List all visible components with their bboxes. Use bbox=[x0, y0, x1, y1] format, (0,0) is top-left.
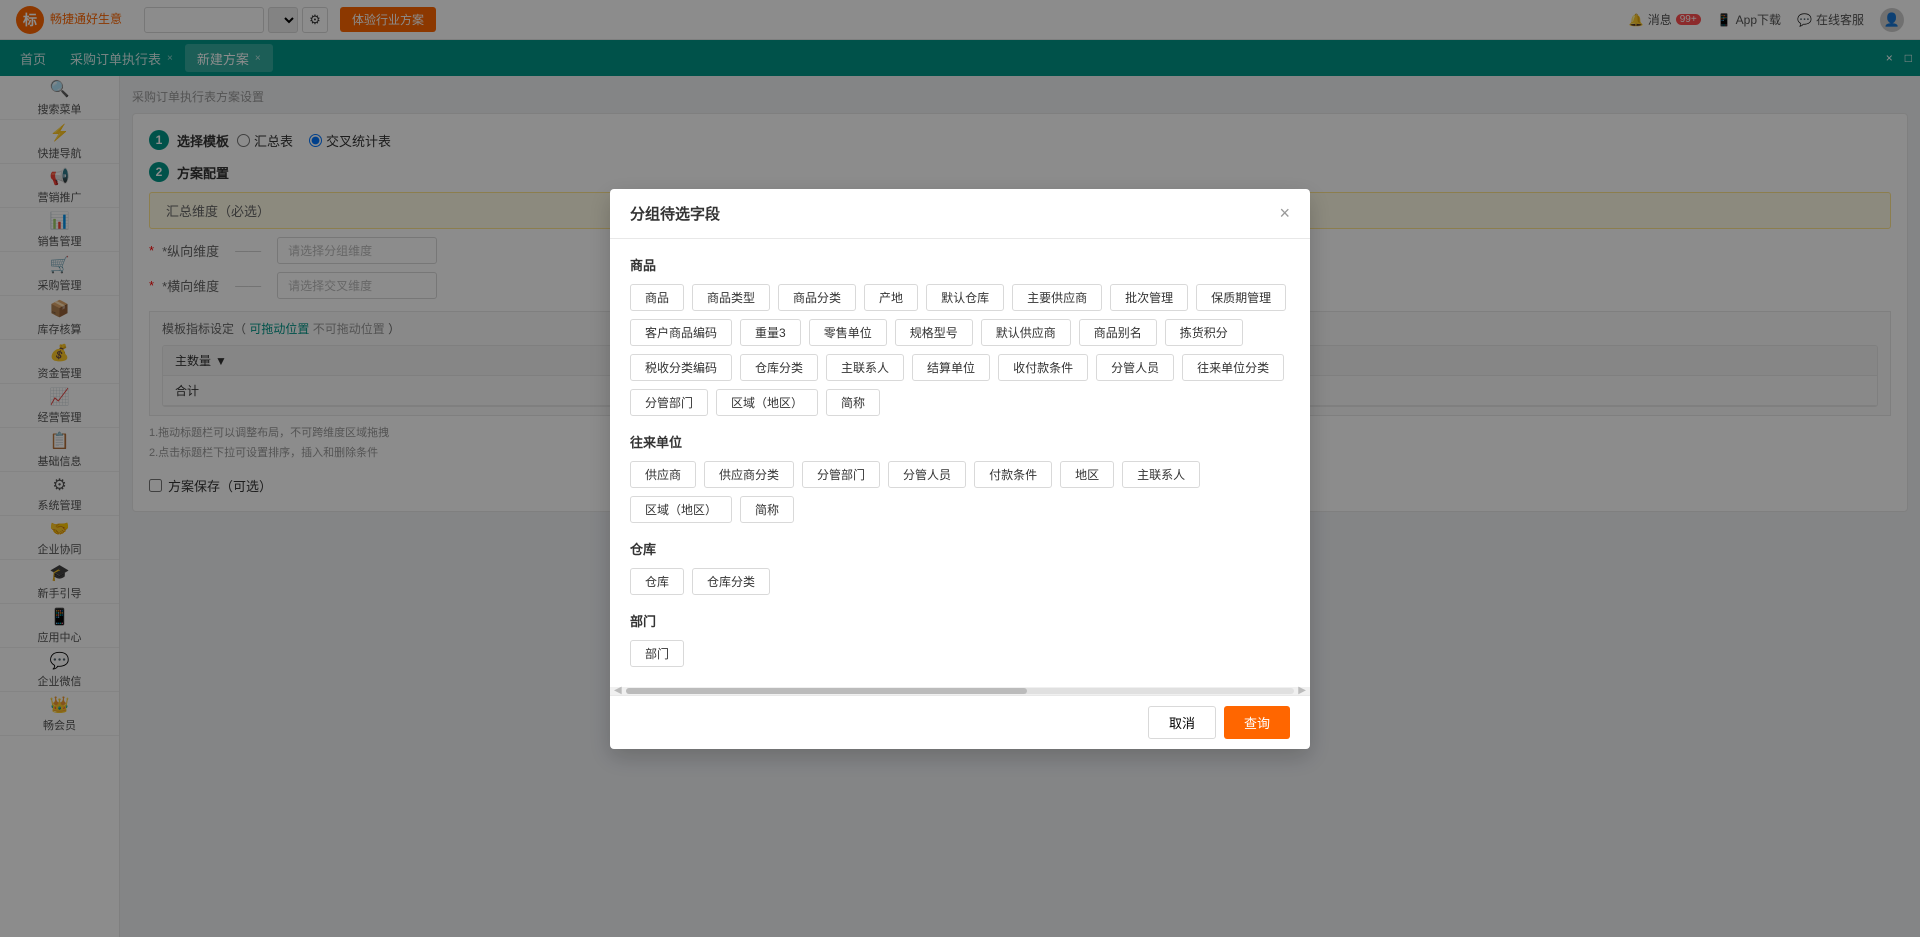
field-tag-product-20[interactable]: 分管人员 bbox=[1096, 354, 1174, 381]
modal-body[interactable]: 商品 商品 商品类型 商品分类 产地 默认仓库 主要供应商 批次管理 保质期管理… bbox=[610, 239, 1310, 687]
cancel-button[interactable]: 取消 bbox=[1148, 706, 1216, 739]
scrollbar-track[interactable] bbox=[626, 688, 1295, 694]
field-tag-partner-0[interactable]: 供应商 bbox=[630, 461, 696, 488]
field-tag-product-16[interactable]: 仓库分类 bbox=[740, 354, 818, 381]
modal-title: 分组待选字段 bbox=[630, 203, 720, 224]
modal-footer: 取消 查询 bbox=[610, 695, 1310, 749]
field-tag-product-3[interactable]: 产地 bbox=[864, 284, 918, 311]
field-section-warehouse: 仓库 仓库 仓库分类 bbox=[630, 539, 1290, 595]
field-tag-partner-4[interactable]: 付款条件 bbox=[974, 461, 1052, 488]
field-tags-dept: 部门 bbox=[630, 640, 1290, 667]
field-tag-product-21[interactable]: 往来单位分类 bbox=[1182, 354, 1284, 381]
field-tag-partner-5[interactable]: 地区 bbox=[1060, 461, 1114, 488]
modal-close-button[interactable]: × bbox=[1279, 204, 1290, 222]
field-tag-product-8[interactable]: 客户商品编码 bbox=[630, 319, 732, 346]
field-tag-product-15[interactable]: 税收分类编码 bbox=[630, 354, 732, 381]
field-section-partner: 往来单位 供应商 供应商分类 分管部门 分管人员 付款条件 地区 主联系人 区域… bbox=[630, 432, 1290, 523]
field-tag-partner-2[interactable]: 分管部门 bbox=[802, 461, 880, 488]
field-tags-warehouse: 仓库 仓库分类 bbox=[630, 568, 1290, 595]
field-tag-partner-8[interactable]: 简称 bbox=[740, 496, 794, 523]
field-tag-warehouse-1[interactable]: 仓库分类 bbox=[692, 568, 770, 595]
field-tag-product-14[interactable]: 拣货积分 bbox=[1165, 319, 1243, 346]
field-tag-product-2[interactable]: 商品分类 bbox=[778, 284, 856, 311]
field-tag-partner-3[interactable]: 分管人员 bbox=[888, 461, 966, 488]
field-tag-product-13[interactable]: 商品别名 bbox=[1079, 319, 1157, 346]
field-section-warehouse-title: 仓库 bbox=[630, 539, 1290, 558]
modal-scrollbar[interactable]: ◀ ▶ bbox=[610, 687, 1310, 695]
field-tag-product-24[interactable]: 简称 bbox=[826, 389, 880, 416]
field-section-partner-title: 往来单位 bbox=[630, 432, 1290, 451]
field-tag-product-9[interactable]: 重量3 bbox=[740, 319, 801, 346]
field-tag-product-4[interactable]: 默认仓库 bbox=[926, 284, 1004, 311]
field-tag-product-5[interactable]: 主要供应商 bbox=[1012, 284, 1102, 311]
field-tag-product-22[interactable]: 分管部门 bbox=[630, 389, 708, 416]
field-tag-partner-1[interactable]: 供应商分类 bbox=[704, 461, 794, 488]
field-tag-product-12[interactable]: 默认供应商 bbox=[981, 319, 1071, 346]
modal-overlay: 分组待选字段 × 商品 商品 商品类型 商品分类 产地 默认仓库 主要供应商 批… bbox=[0, 0, 1920, 937]
field-tag-product-18[interactable]: 结算单位 bbox=[912, 354, 990, 381]
field-tag-product-10[interactable]: 零售单位 bbox=[809, 319, 887, 346]
modal-header: 分组待选字段 × bbox=[610, 189, 1310, 239]
field-section-dept: 部门 部门 bbox=[630, 611, 1290, 667]
field-section-dept-title: 部门 bbox=[630, 611, 1290, 630]
field-tag-product-6[interactable]: 批次管理 bbox=[1110, 284, 1188, 311]
field-section-product-title: 商品 bbox=[630, 255, 1290, 274]
field-tags-partner: 供应商 供应商分类 分管部门 分管人员 付款条件 地区 主联系人 区域（地区） … bbox=[630, 461, 1290, 523]
field-tag-product-1[interactable]: 商品类型 bbox=[692, 284, 770, 311]
field-section-product: 商品 商品 商品类型 商品分类 产地 默认仓库 主要供应商 批次管理 保质期管理… bbox=[630, 255, 1290, 416]
field-tag-partner-6[interactable]: 主联系人 bbox=[1122, 461, 1200, 488]
field-tag-product-17[interactable]: 主联系人 bbox=[826, 354, 904, 381]
modal: 分组待选字段 × 商品 商品 商品类型 商品分类 产地 默认仓库 主要供应商 批… bbox=[610, 189, 1310, 749]
confirm-button[interactable]: 查询 bbox=[1224, 706, 1290, 739]
field-tag-product-11[interactable]: 规格型号 bbox=[895, 319, 973, 346]
field-tag-product-19[interactable]: 收付款条件 bbox=[998, 354, 1088, 381]
field-tag-warehouse-0[interactable]: 仓库 bbox=[630, 568, 684, 595]
scrollbar-thumb[interactable] bbox=[626, 688, 1027, 694]
field-tag-product-7[interactable]: 保质期管理 bbox=[1196, 284, 1286, 311]
field-tag-partner-7[interactable]: 区域（地区） bbox=[630, 496, 732, 523]
field-tag-product-23[interactable]: 区域（地区） bbox=[716, 389, 818, 416]
field-tag-dept-0[interactable]: 部门 bbox=[630, 640, 684, 667]
field-tags-product: 商品 商品类型 商品分类 产地 默认仓库 主要供应商 批次管理 保质期管理 客户… bbox=[630, 284, 1290, 416]
field-tag-product-0[interactable]: 商品 bbox=[630, 284, 684, 311]
